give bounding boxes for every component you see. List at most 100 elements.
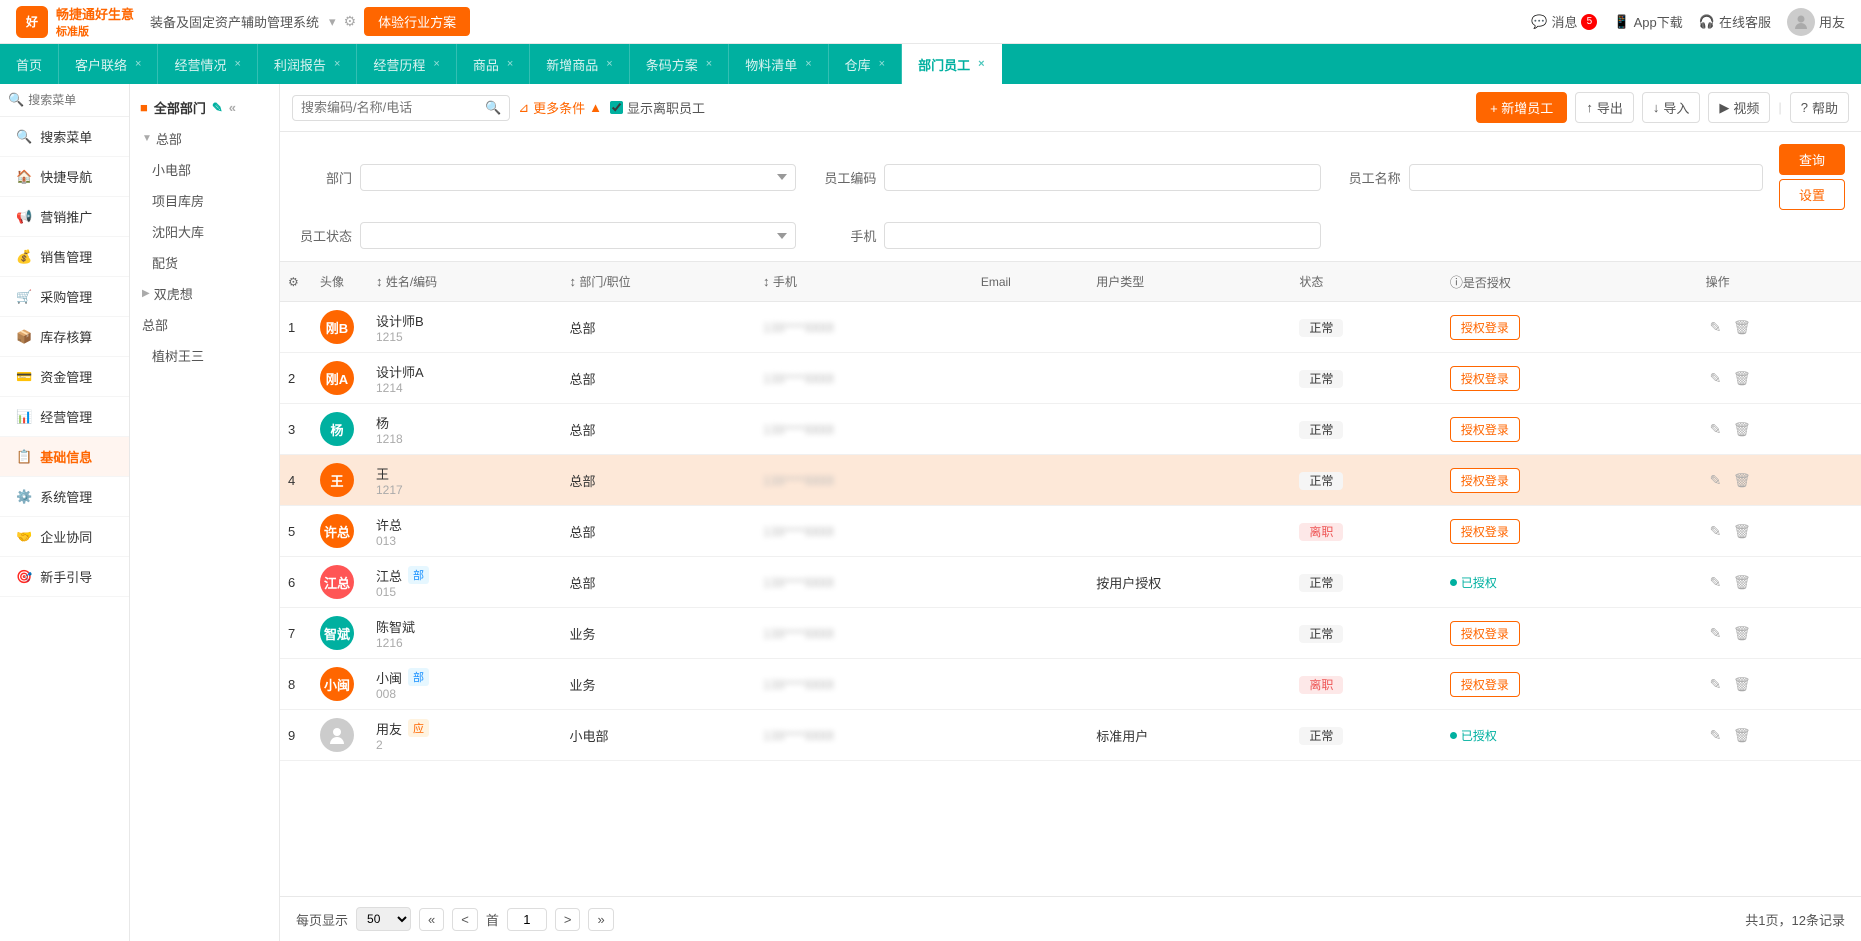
edit-btn[interactable]: ✎	[1706, 317, 1726, 338]
sidebar-item-销售管理[interactable]: 💰销售管理	[0, 237, 129, 277]
tab-close-icon[interactable]: ×	[978, 58, 984, 70]
tab-close-icon[interactable]: ×	[706, 58, 712, 70]
dept-node-植树王三[interactable]: 植树王三	[130, 340, 279, 371]
sidebar-item-企业协同[interactable]: 🤝企业协同	[0, 517, 129, 557]
edit-btn[interactable]: ✎	[1706, 623, 1726, 644]
sidebar-item-采购管理[interactable]: 🛒采购管理	[0, 277, 129, 317]
nav-tab-条码方案[interactable]: 条码方案×	[630, 44, 729, 84]
delete-btn[interactable]: 🗑	[1729, 572, 1755, 593]
edit-btn[interactable]: ✎	[1706, 725, 1726, 746]
dept-node-总部[interactable]: 总部	[130, 309, 279, 340]
edit-btn[interactable]: ✎	[1706, 368, 1726, 389]
dept-node-配货[interactable]: 配货	[130, 247, 279, 278]
export-btn[interactable]: ↑ 导出	[1575, 92, 1634, 123]
prev-page-btn[interactable]: <	[452, 908, 478, 931]
view-btn[interactable]: ▶ 视频	[1708, 92, 1770, 123]
search-icon[interactable]: 🔍	[485, 100, 501, 116]
tab-close-icon[interactable]: ×	[433, 58, 439, 70]
sidebar-item-新手引导[interactable]: 🎯新手引导	[0, 557, 129, 597]
show-resign-checkbox[interactable]: 显示离职员工	[610, 98, 705, 117]
dept-all-label[interactable]: 全部部门	[154, 98, 206, 117]
delete-btn[interactable]: 🗑	[1729, 368, 1755, 389]
delete-btn[interactable]: 🗑	[1729, 317, 1755, 338]
delete-btn[interactable]: 🗑	[1729, 623, 1755, 644]
sidebar-item-营销推广[interactable]: 📢营销推广	[0, 197, 129, 237]
delete-btn[interactable]: 🗑	[1729, 419, 1755, 440]
edit-btn[interactable]: ✎	[1706, 419, 1726, 440]
dept-collapse-icon[interactable]: «	[229, 100, 236, 115]
tab-close-icon[interactable]: ×	[805, 58, 811, 70]
phone-input[interactable]	[884, 222, 1320, 249]
sidebar-item-系统管理[interactable]: ⚙️系统管理	[0, 477, 129, 517]
nav-tab-客户联络[interactable]: 客户联络×	[59, 44, 158, 84]
nav-tab-利润报告[interactable]: 利润报告×	[258, 44, 357, 84]
dept-node-项目库房[interactable]: 项目库房	[130, 185, 279, 216]
emp-name-input[interactable]	[1409, 164, 1763, 191]
auth-btn[interactable]: 授权登录	[1450, 621, 1520, 646]
nav-tab-物料清单[interactable]: 物料清单×	[729, 44, 828, 84]
edit-btn[interactable]: ✎	[1706, 521, 1726, 542]
user-menu[interactable]: 用友	[1787, 8, 1845, 36]
tab-close-icon[interactable]: ×	[334, 58, 340, 70]
sidebar-item-经营管理[interactable]: 📊经营管理	[0, 397, 129, 437]
sidebar-search-box[interactable]: 🔍	[0, 84, 129, 117]
dept-node-小电部[interactable]: 小电部	[130, 154, 279, 185]
sidebar-item-基础信息[interactable]: 📋基础信息	[0, 437, 129, 477]
nav-tab-商品[interactable]: 商品×	[457, 44, 530, 84]
dropdown-icon[interactable]: ▾	[329, 14, 336, 30]
dept-select[interactable]	[360, 164, 796, 191]
sidebar-item-快捷导航[interactable]: 🏠快捷导航	[0, 157, 129, 197]
dept-edit-icon[interactable]: ✎	[212, 100, 223, 116]
nav-tab-经营历程[interactable]: 经营历程×	[357, 44, 456, 84]
sidebar-item-库存核算[interactable]: 📦库存核算	[0, 317, 129, 357]
edit-btn[interactable]: ✎	[1706, 572, 1726, 593]
dept-node-双虎想[interactable]: ▶ 双虎想	[130, 278, 279, 309]
tab-close-icon[interactable]: ×	[879, 58, 885, 70]
tab-close-icon[interactable]: ×	[234, 58, 240, 70]
delete-btn[interactable]: 🗑	[1729, 674, 1755, 695]
nav-tab-仓库[interactable]: 仓库×	[829, 44, 902, 84]
help-btn[interactable]: ? 帮助	[1790, 92, 1849, 123]
last-page-btn[interactable]: »	[588, 908, 613, 931]
per-page-select[interactable]: 50 20 100	[356, 907, 411, 931]
set-btn[interactable]: 设置	[1779, 179, 1845, 210]
dept-node-沈阳大库[interactable]: 沈阳大库	[130, 216, 279, 247]
auth-btn[interactable]: 授权登录	[1450, 315, 1520, 340]
next-page-btn[interactable]: >	[555, 908, 581, 931]
message-btn[interactable]: 💬 消息 5	[1531, 12, 1597, 31]
search-input[interactable]	[301, 100, 481, 115]
settings-icon[interactable]: ⚙	[344, 13, 357, 30]
delete-btn[interactable]: 🗑	[1729, 725, 1755, 746]
sidebar-item-资金管理[interactable]: 💳资金管理	[0, 357, 129, 397]
nav-tab-经营情况[interactable]: 经营情况×	[158, 44, 257, 84]
delete-btn[interactable]: 🗑	[1729, 521, 1755, 542]
sidebar-search-input[interactable]	[28, 93, 108, 107]
search-box[interactable]: 🔍	[292, 95, 510, 121]
auth-btn[interactable]: 授权登录	[1450, 468, 1520, 493]
tab-close-icon[interactable]: ×	[606, 58, 612, 70]
tab-close-icon[interactable]: ×	[135, 58, 141, 70]
dept-node-总部[interactable]: ▼ 总部	[130, 123, 279, 154]
query-btn[interactable]: 查询	[1779, 144, 1845, 175]
sidebar-item-搜索菜单[interactable]: 🔍搜索菜单	[0, 117, 129, 157]
emp-status-select[interactable]	[360, 222, 796, 249]
emp-code-input[interactable]	[884, 164, 1320, 191]
edit-btn[interactable]: ✎	[1706, 674, 1726, 695]
auth-btn[interactable]: 授权登录	[1450, 519, 1520, 544]
import-btn[interactable]: ↓ 导入	[1642, 92, 1701, 123]
nav-tab-首页[interactable]: 首页	[0, 44, 59, 84]
tab-close-icon[interactable]: ×	[507, 58, 513, 70]
more-filter-btn[interactable]: ⊿ 更多条件 ▲	[518, 98, 602, 117]
add-employee-btn[interactable]: + 新增员工	[1476, 92, 1567, 123]
auth-btn[interactable]: 授权登录	[1450, 672, 1520, 697]
trial-btn[interactable]: 体验行业方案	[364, 7, 470, 36]
nav-tab-部门员工[interactable]: 部门员工×	[902, 44, 1001, 84]
page-number-input[interactable]	[507, 908, 547, 931]
auth-btn[interactable]: 授权登录	[1450, 366, 1520, 391]
first-page-btn[interactable]: «	[419, 908, 444, 931]
delete-btn[interactable]: 🗑	[1729, 470, 1755, 491]
nav-tab-新增商品[interactable]: 新增商品×	[530, 44, 629, 84]
app-download-btn[interactable]: 📱 App下载	[1613, 12, 1682, 31]
auth-btn[interactable]: 授权登录	[1450, 417, 1520, 442]
online-service-btn[interactable]: 🎧 在线客服	[1699, 12, 1771, 31]
